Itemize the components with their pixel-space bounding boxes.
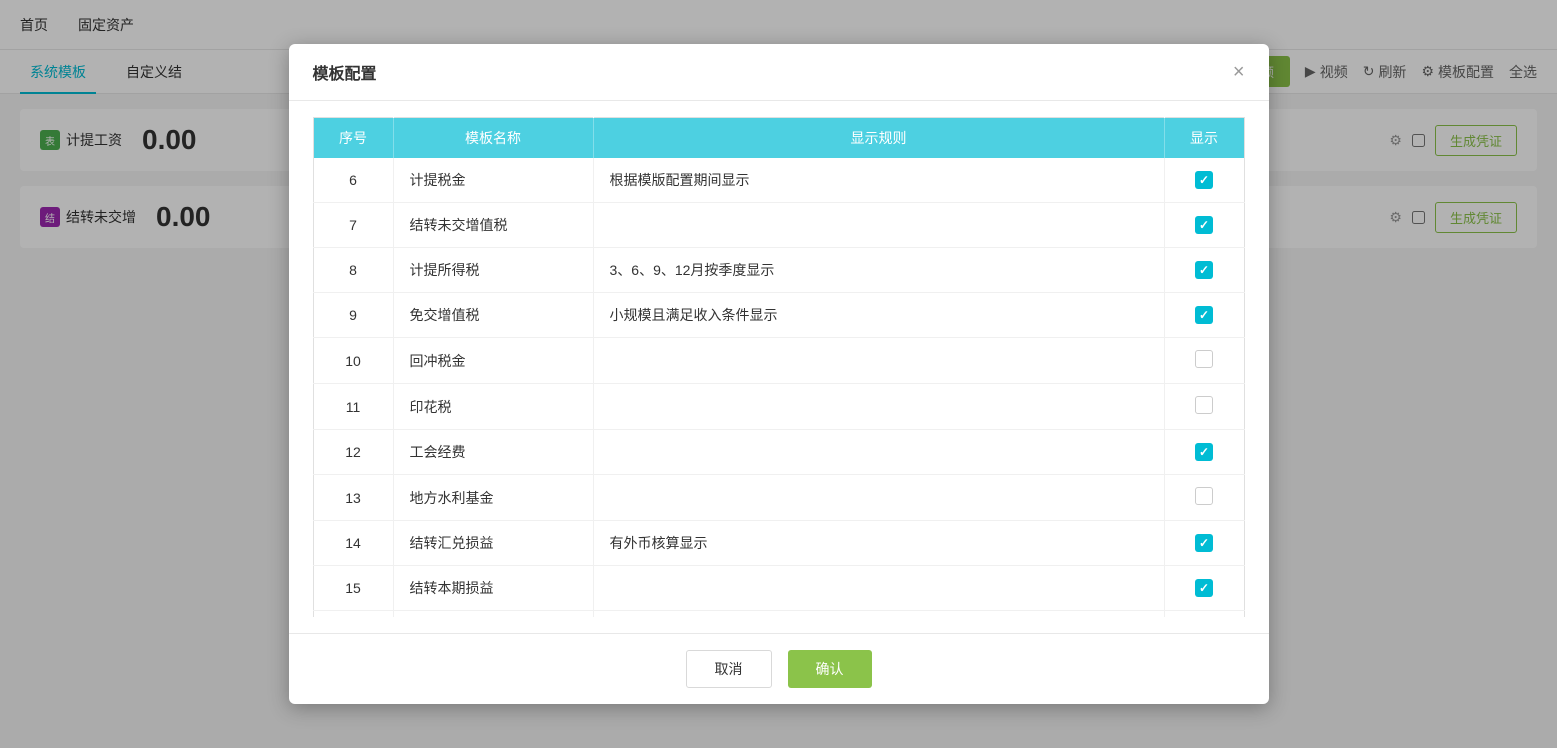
cell-rule: 有外币核算显示 [593,521,1164,566]
table-row: 14结转汇兑损益有外币核算显示 [313,521,1244,566]
col-header-seq: 序号 [313,118,393,159]
cell-checkbox[interactable] [1164,293,1244,338]
table-row: 7结转未交增值税 [313,203,1244,248]
checkbox-checked-icon[interactable] [1195,171,1213,189]
col-header-rule: 显示规则 [593,118,1164,159]
config-table: 序号 模板名称 显示规则 显示 6计提税金根据模版配置期间显示7结转未交增值税8… [313,117,1245,617]
cell-seq: 6 [313,158,393,203]
cell-rule: 12月份显示 [593,611,1164,618]
cell-seq: 11 [313,384,393,430]
cell-checkbox[interactable] [1164,248,1244,293]
modal-header: 模板配置 × [289,44,1269,101]
cell-rule: 小规模且满足收入条件显示 [593,293,1164,338]
cell-seq: 14 [313,521,393,566]
checkbox-checked-icon[interactable] [1195,443,1213,461]
cell-seq: 13 [313,475,393,521]
cell-name: 印花税 [393,384,593,430]
cell-seq: 7 [313,203,393,248]
table-row: 8计提所得税3、6、9、12月按季度显示 [313,248,1244,293]
checkbox-unchecked-icon[interactable] [1195,487,1213,505]
cell-name: 计提税金 [393,158,593,203]
table-row: 15结转本期损益 [313,566,1244,611]
modal-close-button[interactable]: × [1233,62,1245,82]
cell-rule [593,430,1164,475]
table-row: 11印花税 [313,384,1244,430]
checkbox-checked-icon[interactable] [1195,579,1213,597]
table-row: 13地方水利基金 [313,475,1244,521]
modal-overlay: 模板配置 × 序号 模板名称 显示规则 显示 6计提税金根据模版配置期间显 [0,0,1557,748]
cell-checkbox[interactable] [1164,521,1244,566]
table-header-row: 序号 模板名称 显示规则 显示 [313,118,1244,159]
checkbox-checked-icon[interactable] [1195,534,1213,552]
col-header-display: 显示 [1164,118,1244,159]
modal-footer: 取消 确认 [289,633,1269,704]
cell-name: 结转汇兑损益 [393,521,593,566]
checkbox-checked-icon[interactable] [1195,306,1213,324]
checkbox-unchecked-icon[interactable] [1195,396,1213,414]
cell-checkbox[interactable] [1164,475,1244,521]
cell-checkbox[interactable] [1164,430,1244,475]
cell-name: 回冲税金 [393,338,593,384]
cell-rule: 根据模版配置期间显示 [593,158,1164,203]
table-row: 12工会经费 [313,430,1244,475]
cell-name: 结转未分配利润 [393,611,593,618]
cancel-button[interactable]: 取消 [686,650,772,688]
cell-checkbox[interactable] [1164,158,1244,203]
cell-checkbox[interactable] [1164,338,1244,384]
modal-body: 序号 模板名称 显示规则 显示 6计提税金根据模版配置期间显示7结转未交增值税8… [289,101,1269,633]
cell-rule: 3、6、9、12月按季度显示 [593,248,1164,293]
cell-name: 计提所得税 [393,248,593,293]
cell-checkbox[interactable] [1164,611,1244,618]
cell-checkbox[interactable] [1164,566,1244,611]
checkbox-checked-icon[interactable] [1195,261,1213,279]
cell-name: 结转本期损益 [393,566,593,611]
config-table-wrapper[interactable]: 序号 模板名称 显示规则 显示 6计提税金根据模版配置期间显示7结转未交增值税8… [313,117,1245,617]
template-config-modal: 模板配置 × 序号 模板名称 显示规则 显示 6计提税金根据模版配置期间显 [289,44,1269,704]
checkbox-checked-icon[interactable] [1195,216,1213,234]
cell-seq: 9 [313,293,393,338]
cell-seq: 8 [313,248,393,293]
cell-rule [593,384,1164,430]
cell-name: 免交增值税 [393,293,593,338]
cell-name: 工会经费 [393,430,593,475]
confirm-button[interactable]: 确认 [788,650,872,688]
cell-name: 结转未交增值税 [393,203,593,248]
table-row: 16结转未分配利润12月份显示 [313,611,1244,618]
cell-seq: 10 [313,338,393,384]
table-row: 10回冲税金 [313,338,1244,384]
cell-checkbox[interactable] [1164,384,1244,430]
cell-seq: 15 [313,566,393,611]
modal-title: 模板配置 [313,60,377,84]
table-row: 6计提税金根据模版配置期间显示 [313,158,1244,203]
checkbox-unchecked-icon[interactable] [1195,350,1213,368]
table-row: 9免交增值税小规模且满足收入条件显示 [313,293,1244,338]
cell-rule [593,566,1164,611]
cell-seq: 16 [313,611,393,618]
cell-rule [593,338,1164,384]
cell-rule [593,203,1164,248]
col-header-name: 模板名称 [393,118,593,159]
cell-rule [593,475,1164,521]
cell-seq: 12 [313,430,393,475]
cell-name: 地方水利基金 [393,475,593,521]
cell-checkbox[interactable] [1164,203,1244,248]
